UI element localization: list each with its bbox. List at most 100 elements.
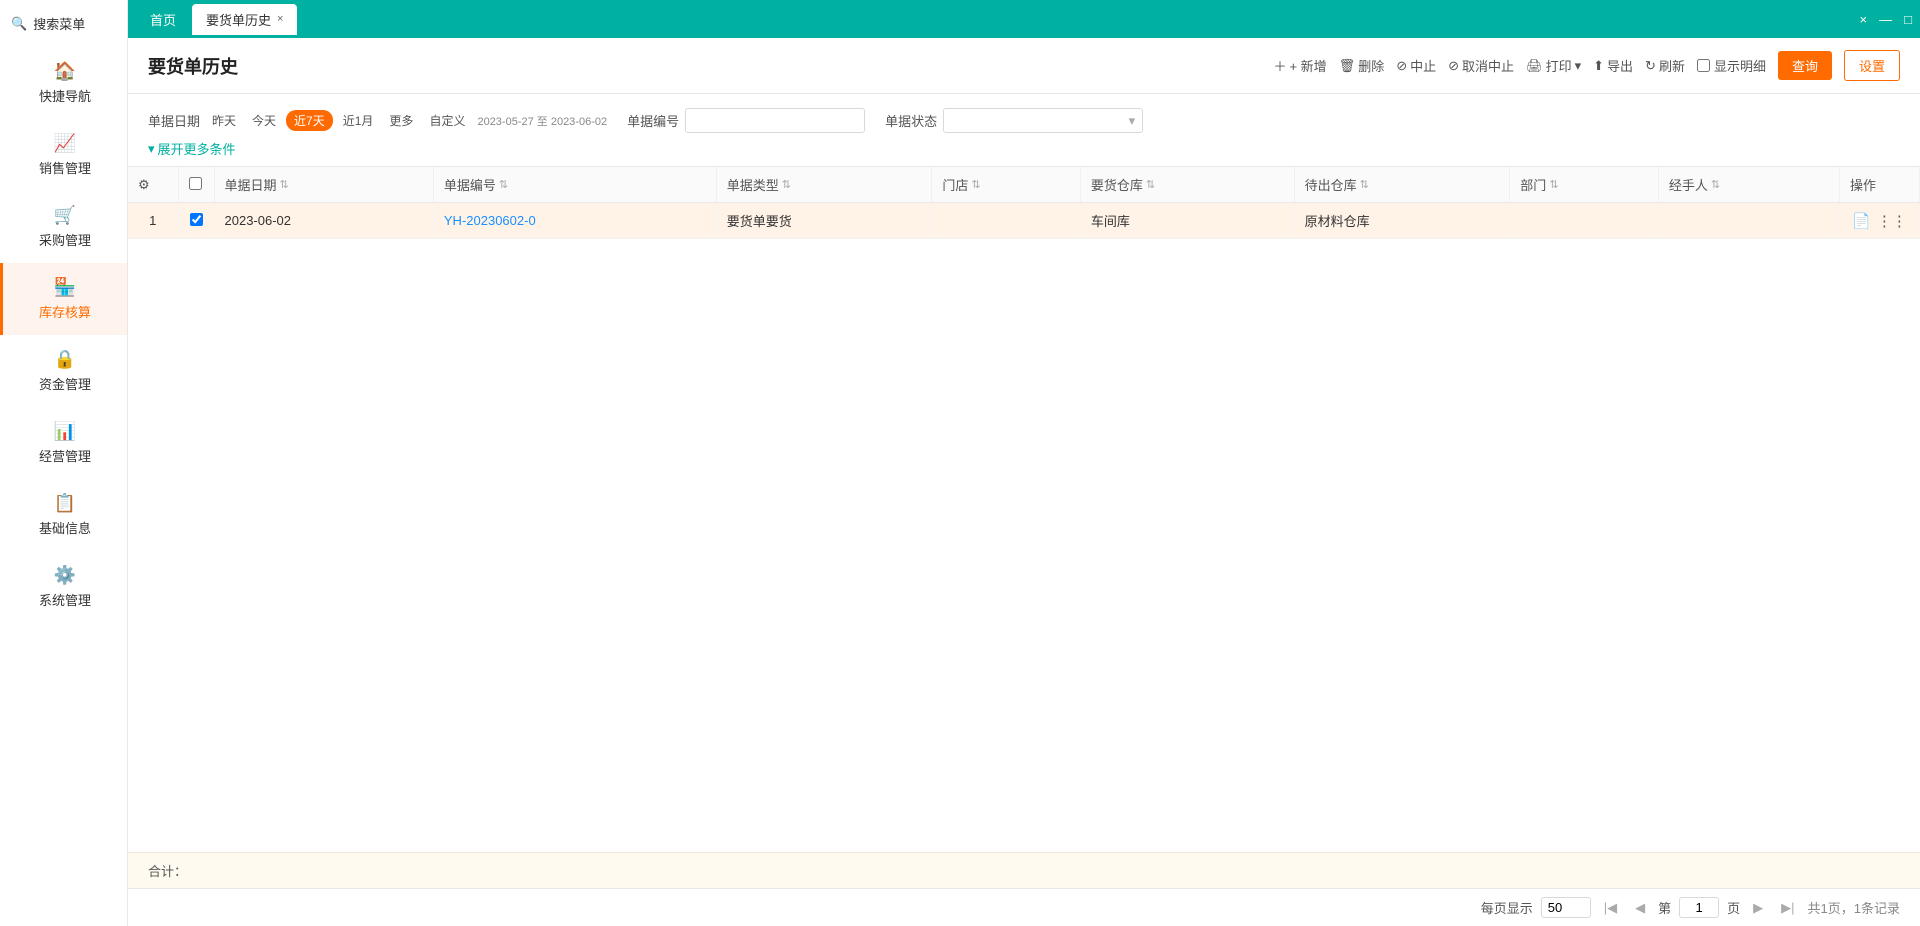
- th-handler[interactable]: 经手人 ⇅: [1658, 167, 1839, 203]
- row-pending-warehouse-1: 原材料仓库: [1305, 214, 1370, 229]
- show-detail-btn[interactable]: 显示明细: [1697, 56, 1766, 75]
- tab-home-label: 首页: [150, 10, 176, 29]
- expand-icon: ▾: [148, 141, 155, 157]
- action-view-icon[interactable]: 📄: [1852, 212, 1871, 230]
- cell-action: 📄 ⋮⋮: [1840, 203, 1920, 239]
- delete-button[interactable]: 🗑 删除: [1339, 56, 1385, 75]
- th-doc-number-label: 单据编号: [444, 175, 496, 194]
- toolbar: ＋ + 新增 🗑 删除 ⊘ 中止 ⊘ 取消中止 🖨 打印: [1273, 50, 1900, 81]
- doc-status-select[interactable]: [943, 108, 1143, 133]
- sidebar-item-ops-mgmt[interactable]: 📊 经营管理: [0, 407, 127, 479]
- sidebar-item-inventory[interactable]: 🏪 库存核算: [0, 263, 127, 335]
- expand-filter-button[interactable]: ▾ 展开更多条件: [148, 139, 1900, 158]
- date-filter-label: 单据日期: [148, 111, 200, 130]
- cell-department: [1510, 203, 1659, 239]
- cancel-stop-icon: ⊘: [1448, 58, 1459, 74]
- tab-close-icon[interactable]: ×: [277, 13, 283, 25]
- table-row[interactable]: 1 2023-06-02 YH-20230602-0: [128, 203, 1920, 239]
- th-doc-type-label: 单据类型: [727, 175, 779, 194]
- finance-icon: 🔒: [54, 349, 76, 370]
- row-req-warehouse-1: 车间库: [1091, 214, 1130, 229]
- sidebar-label-sales-mgmt: 销售管理: [39, 158, 91, 177]
- th-req-warehouse[interactable]: 要货仓库 ⇅: [1080, 167, 1294, 203]
- sort-doc-type-icon[interactable]: ⇅: [782, 178, 791, 191]
- pagination-info: 共1页，1条记录: [1808, 898, 1900, 917]
- date-btn-custom[interactable]: 自定义: [423, 110, 471, 131]
- data-table: ⚙ 单据日期 ⇅: [128, 167, 1920, 239]
- cell-store: [932, 203, 1081, 239]
- row-doc-number-link-1[interactable]: YH-20230602-0: [444, 213, 536, 228]
- export-label: 导出: [1607, 56, 1633, 75]
- action-edit-icon[interactable]: ⋮⋮: [1877, 212, 1907, 230]
- sort-doc-number-icon[interactable]: ⇅: [499, 178, 508, 191]
- date-btn-7days[interactable]: 近7天: [286, 110, 333, 131]
- th-doc-type[interactable]: 单据类型 ⇅: [716, 167, 932, 203]
- sidebar-item-sys-mgmt[interactable]: ⚙️ 系统管理: [0, 551, 127, 623]
- sidebar-item-sales-mgmt[interactable]: 📈 销售管理: [0, 119, 127, 191]
- page-number-input[interactable]: [1679, 897, 1719, 918]
- table-header: ⚙ 单据日期 ⇅: [128, 167, 1920, 203]
- date-btn-yesterday[interactable]: 昨天: [206, 110, 242, 131]
- main-area: 首页 要货单历史 × × — □ 要货单历史 ＋ + 新增 🗑 删除: [128, 0, 1920, 926]
- date-btn-more[interactable]: 更多: [383, 110, 419, 131]
- cancel-stop-button[interactable]: ⊘ 取消中止: [1448, 56, 1514, 75]
- pagination-next-icon[interactable]: ▶: [1748, 898, 1768, 918]
- pagination-first-icon[interactable]: |◀: [1599, 898, 1622, 918]
- date-btn-today[interactable]: 今天: [246, 110, 282, 131]
- window-maximize-btn[interactable]: □: [1904, 12, 1912, 27]
- sidebar-item-base-info[interactable]: 📋 基础信息: [0, 479, 127, 551]
- query-button[interactable]: 查询: [1778, 51, 1832, 80]
- th-store[interactable]: 门店 ⇅: [932, 167, 1081, 203]
- per-page-select[interactable]: 10 20 50 100: [1541, 897, 1591, 918]
- tab-requisition-history[interactable]: 要货单历史 ×: [192, 4, 297, 35]
- show-detail-checkbox[interactable]: [1697, 59, 1710, 72]
- cell-doc-date: 2023-06-02: [214, 203, 433, 239]
- th-department[interactable]: 部门 ⇅: [1510, 167, 1659, 203]
- export-icon: ⬆: [1593, 58, 1604, 74]
- tab-home[interactable]: 首页: [136, 4, 190, 35]
- sort-req-warehouse-icon[interactable]: ⇅: [1146, 178, 1155, 191]
- doc-number-input[interactable]: [685, 108, 865, 133]
- th-req-warehouse-label: 要货仓库: [1091, 175, 1143, 194]
- per-page-label: 每页显示: [1481, 898, 1533, 917]
- sidebar: 🔍 搜索菜单 🏠 快捷导航 📈 销售管理 🛒 采购管理 🏪 库存核算 🔒 资金管…: [0, 0, 128, 926]
- table-footer: 合计：: [128, 852, 1920, 888]
- ops-icon: 📊: [54, 421, 76, 442]
- select-all-checkbox[interactable]: [189, 177, 202, 190]
- page-label: 页: [1727, 898, 1740, 917]
- filter-area: 单据日期 昨天 今天 近7天 近1月 更多 自定义 2023-05-27 至 2…: [128, 94, 1920, 167]
- settings-button[interactable]: 设置: [1844, 50, 1900, 81]
- row-checkbox-1[interactable]: [190, 213, 203, 226]
- sort-pending-warehouse-icon[interactable]: ⇅: [1360, 178, 1369, 191]
- th-doc-date[interactable]: 单据日期 ⇅: [214, 167, 433, 203]
- print-button[interactable]: 🖨 打印 ▾: [1526, 56, 1581, 75]
- cell-doc-type: 要货单要货: [716, 203, 932, 239]
- doc-number-label: 单据编号: [627, 111, 679, 130]
- sidebar-item-quick-nav[interactable]: 🏠 快捷导航: [0, 47, 127, 119]
- sidebar-item-finance-mgmt[interactable]: 🔒 资金管理: [0, 335, 127, 407]
- sort-store-icon[interactable]: ⇅: [971, 178, 980, 191]
- print-icon: 🖨: [1526, 58, 1543, 74]
- export-button[interactable]: ⬆ 导出: [1593, 56, 1633, 75]
- th-doc-number[interactable]: 单据编号 ⇅: [433, 167, 716, 203]
- window-close-btn[interactable]: ×: [1860, 12, 1868, 27]
- date-range-text: 2023-05-27 至 2023-06-02: [477, 113, 607, 129]
- sidebar-item-purchase-mgmt[interactable]: 🛒 采购管理: [0, 191, 127, 263]
- sort-department-icon[interactable]: ⇅: [1549, 178, 1558, 191]
- page-content: 要货单历史 ＋ + 新增 🗑 删除 ⊘ 中止 ⊘ 取消中止: [128, 38, 1920, 926]
- refresh-button[interactable]: ↻ 刷新: [1645, 56, 1685, 75]
- th-settings[interactable]: ⚙: [128, 167, 178, 203]
- show-detail-label: 显示明细: [1714, 56, 1766, 75]
- stop-button[interactable]: ⊘ 中止: [1396, 56, 1436, 75]
- filter-doc-status: 单据状态 ▾: [885, 108, 1143, 133]
- pagination-prev-icon[interactable]: ◀: [1630, 898, 1650, 918]
- new-button[interactable]: ＋ + 新增: [1273, 56, 1326, 75]
- window-minimize-btn[interactable]: —: [1879, 12, 1892, 27]
- sort-doc-date-icon[interactable]: ⇅: [280, 178, 289, 191]
- print-label: 打印: [1546, 56, 1572, 75]
- pagination-last-icon[interactable]: ▶|: [1776, 898, 1799, 918]
- date-btn-1month[interactable]: 近1月: [337, 110, 380, 131]
- th-pending-warehouse[interactable]: 待出仓库 ⇅: [1294, 167, 1510, 203]
- sort-handler-icon[interactable]: ⇅: [1711, 178, 1720, 191]
- sidebar-item-search-menu[interactable]: 🔍 搜索菜单: [0, 0, 127, 47]
